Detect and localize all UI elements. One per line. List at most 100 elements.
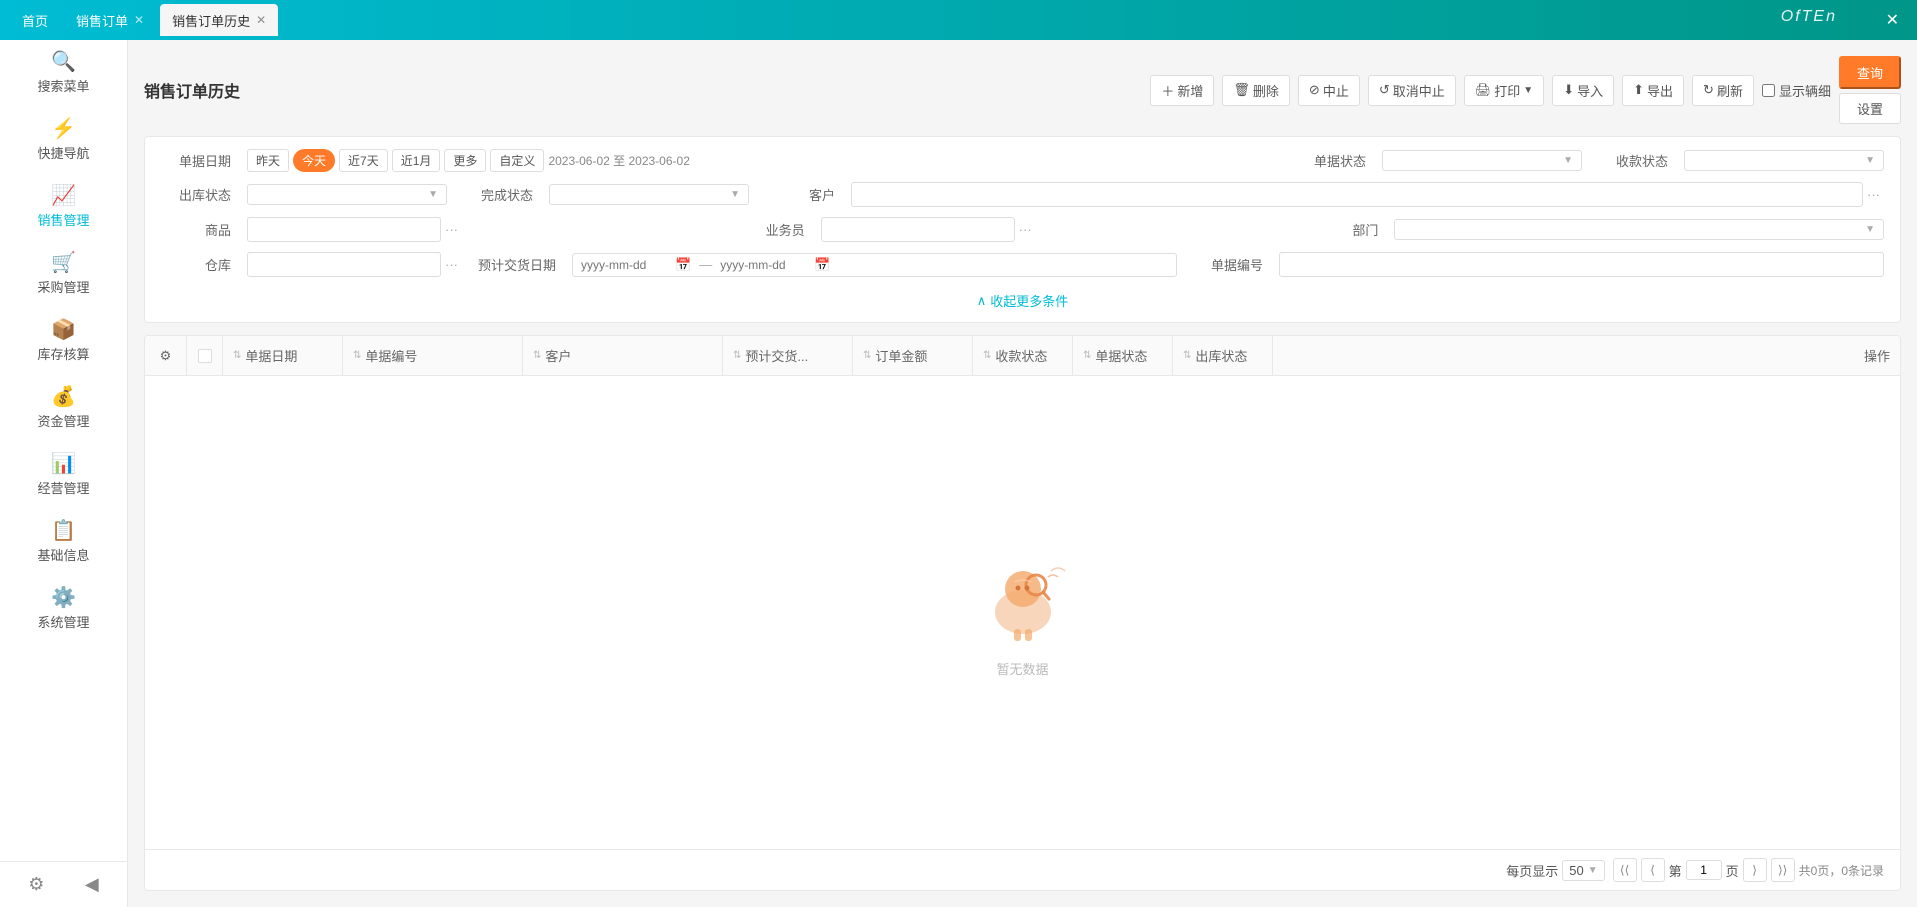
settings-button[interactable]: 设置 — [1839, 93, 1901, 124]
sort-orderstatus-icon: ⇅ — [1083, 350, 1091, 361]
finance-label: 资金管理 — [37, 411, 89, 430]
customer-input[interactable] — [851, 182, 1863, 207]
warehouse-label: 仓库 — [161, 255, 231, 274]
th-settings[interactable]: ⚙ — [145, 336, 187, 375]
stock-status-select[interactable]: ▼ — [247, 184, 447, 205]
date-custom-btn[interactable]: 自定义 — [490, 149, 544, 172]
sidebar-item-quick-nav[interactable]: ⚡ 快捷导航 — [0, 107, 127, 174]
th-amount[interactable]: ⇅ 订单金额 — [853, 336, 973, 375]
sidebar-item-inventory[interactable]: 📦 库存核算 — [0, 308, 127, 375]
payment-status-select[interactable]: ▼ — [1684, 150, 1884, 171]
th-stock-status[interactable]: ⇅ 出库状态 — [1173, 336, 1273, 375]
sidebar-item-basic-info[interactable]: 📋 基础信息 — [0, 509, 127, 576]
tab-history-close[interactable]: ✕ — [256, 13, 266, 27]
department-label: 部门 — [1308, 220, 1378, 239]
basic-info-icon: 📋 — [51, 521, 76, 541]
sidebar-collapse-icon[interactable]: ◀ — [85, 874, 99, 895]
th-stock-label: 出库状态 — [1195, 346, 1247, 365]
date-7days-btn[interactable]: 近7天 — [339, 149, 388, 172]
th-orderstatus-label: 单据状态 — [1095, 346, 1147, 365]
sales-mgmt-icon: 📈 — [51, 186, 76, 206]
new-icon: ＋ — [1161, 81, 1174, 100]
print-button[interactable]: 🖨 打印 ▼ — [1464, 75, 1544, 106]
date-1month-btn[interactable]: 近1月 — [392, 149, 441, 172]
refresh-button[interactable]: ↻ 刷新 — [1692, 75, 1754, 106]
header-checkbox[interactable] — [198, 349, 212, 363]
tab-home[interactable]: 首页 — [10, 4, 60, 36]
salesperson-input[interactable] — [821, 217, 1015, 242]
delivery-date-from-cal-icon[interactable]: 📅 — [675, 257, 691, 273]
date-range-display: 2023-06-02 至 2023-06-02 — [548, 152, 689, 169]
complete-status-select[interactable]: ▼ — [549, 184, 749, 205]
warehouse-input[interactable] — [247, 252, 441, 277]
sidebar-settings-icon[interactable]: ⚙ — [28, 874, 44, 895]
date-more-btn[interactable]: 更多 — [444, 149, 486, 172]
th-checkbox[interactable] — [187, 336, 223, 375]
display-cols-checkbox[interactable] — [1762, 84, 1775, 97]
query-button[interactable]: 查询 — [1839, 56, 1901, 89]
page-number-input[interactable] — [1686, 860, 1722, 880]
order-number-input[interactable] — [1279, 252, 1884, 277]
sidebar-item-search-menu[interactable]: 🔍 搜索菜单 — [0, 40, 127, 107]
product-dots[interactable]: ··· — [441, 222, 462, 237]
salesperson-dots[interactable]: ··· — [1015, 222, 1036, 237]
order-status-select[interactable]: ▼ — [1382, 150, 1582, 171]
export-label: 导出 — [1647, 81, 1673, 100]
delivery-date-from-input[interactable] — [581, 258, 671, 272]
th-date[interactable]: ⇅ 单据日期 — [223, 336, 343, 375]
th-date-label: 单据日期 — [245, 346, 297, 365]
tab-sales-order[interactable]: 销售订单 ✕ — [64, 4, 156, 36]
first-page-btn[interactable]: ⟨⟨ — [1613, 858, 1637, 882]
delivery-date-to-input[interactable] — [720, 258, 810, 272]
last-page-btn[interactable]: ⟩⟩ — [1771, 858, 1795, 882]
stop-button[interactable]: ⊘ 中止 — [1298, 75, 1360, 106]
th-order-no[interactable]: ⇅ 单据编号 — [343, 336, 523, 375]
th-payment-status[interactable]: ⇅ 收款状态 — [973, 336, 1073, 375]
collapse-label: 收起更多条件 — [990, 291, 1068, 310]
th-customer[interactable]: ⇅ 客户 — [523, 336, 723, 375]
sort-customer-icon: ⇅ — [533, 350, 541, 361]
purchase-mgmt-label: 采购管理 — [37, 277, 89, 296]
display-cols-checkbox-label[interactable]: 显示辆细 — [1762, 81, 1831, 100]
collapse-row[interactable]: ∧ 收起更多条件 — [161, 287, 1884, 310]
cancel-stop-button[interactable]: ↺ 取消中止 — [1368, 75, 1456, 106]
date-yesterday-btn[interactable]: 昨天 — [247, 149, 289, 172]
sidebar-item-sales-mgmt[interactable]: 📈 销售管理 — [0, 174, 127, 241]
operations-label: 经营管理 — [37, 478, 89, 497]
import-button[interactable]: ⬇ 导入 — [1552, 75, 1614, 106]
per-page-select[interactable]: 50 ▼ — [1562, 860, 1604, 881]
tab-sales-order-history[interactable]: 销售订单历史 ✕ — [160, 4, 278, 36]
sidebar-item-finance[interactable]: 💰 资金管理 — [0, 375, 127, 442]
new-label: 新增 — [1177, 81, 1203, 100]
basic-info-label: 基础信息 — [37, 545, 89, 564]
sidebar-item-system-mgmt[interactable]: ⚙️ 系统管理 — [0, 576, 127, 643]
th-delivery[interactable]: ⇅ 预计交货... — [723, 336, 853, 375]
customer-dots[interactable]: ··· — [1863, 187, 1884, 202]
cancel-stop-icon: ↺ — [1379, 82, 1390, 98]
delivery-date-dash: — — [695, 257, 716, 272]
date-filter-label: 单据日期 — [161, 151, 231, 170]
prev-page-btn[interactable]: ⟨ — [1641, 858, 1665, 882]
import-label: 导入 — [1577, 81, 1603, 100]
export-button[interactable]: ⬆ 导出 — [1622, 75, 1684, 106]
sidebar-item-purchase-mgmt[interactable]: 🛒 采购管理 — [0, 241, 127, 308]
settings-gear-icon[interactable]: ⚙ — [160, 348, 172, 364]
tab-sales-order-close[interactable]: ✕ — [134, 13, 144, 27]
window-close-btn[interactable]: ✕ — [1878, 6, 1907, 34]
sidebar-item-operations[interactable]: 📊 经营管理 — [0, 442, 127, 509]
date-today-btn[interactable]: 今天 — [293, 149, 335, 172]
collapse-icon: ∧ — [977, 293, 987, 309]
customer-label: 客户 — [765, 185, 835, 204]
tab-home-label: 首页 — [22, 11, 48, 30]
quick-nav-label: 快捷导航 — [37, 143, 89, 162]
per-page-arrow-icon: ▼ — [1588, 865, 1598, 876]
warehouse-dots[interactable]: ··· — [441, 257, 462, 272]
new-button[interactable]: ＋ 新增 — [1150, 75, 1214, 106]
department-select[interactable]: ▼ — [1394, 219, 1884, 240]
next-page-btn[interactable]: ⟩ — [1743, 858, 1767, 882]
th-order-status[interactable]: ⇅ 单据状态 — [1073, 336, 1173, 375]
delete-button[interactable]: 🗑 删除 — [1222, 75, 1290, 106]
product-input[interactable] — [247, 217, 441, 242]
total-info: 共0页，0条记录 — [1799, 862, 1884, 879]
delivery-date-to-cal-icon[interactable]: 📅 — [814, 257, 830, 273]
